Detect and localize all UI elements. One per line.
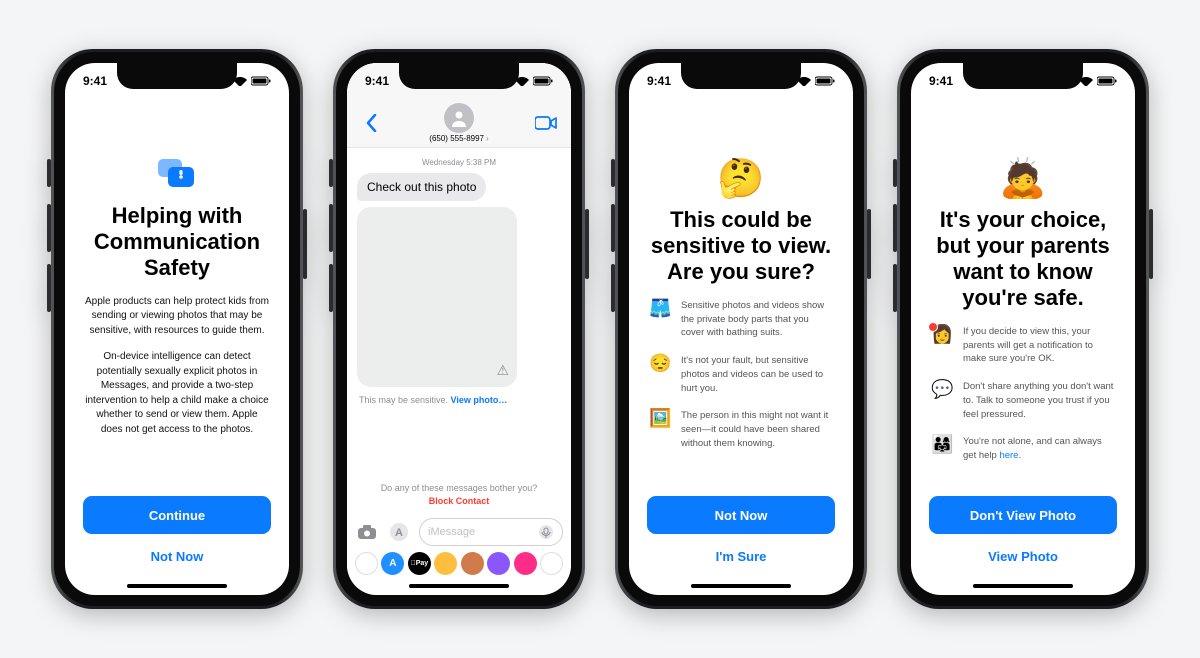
bullet-item: 🖼️ The person in this might not want it s…	[649, 409, 833, 450]
home-indicator[interactable]	[973, 584, 1073, 588]
bullet-item: 🩳 Sensitive photos and videos show the pr…	[649, 299, 833, 340]
incoming-bubble[interactable]: Check out this photo	[357, 173, 486, 201]
appstore-button[interactable]: A	[387, 520, 411, 544]
home-indicator[interactable]	[409, 584, 509, 588]
bullet-text: Sensitive photos and videos show the pri…	[681, 299, 833, 340]
view-photo-button[interactable]: View Photo	[982, 548, 1064, 565]
sheet-title: Helping with Communication Safety	[83, 203, 271, 281]
bullet-emoji-icon: 😔	[649, 354, 669, 395]
facetime-button[interactable]	[533, 116, 559, 130]
message-thread[interactable]: Wednesday 5:38 PM Check out this photo ⚠…	[347, 148, 571, 514]
bullet-link[interactable]: here	[999, 450, 1018, 461]
notch	[399, 63, 519, 89]
bullet-text: The person in this might not want it see…	[681, 409, 833, 450]
status-time: 9:41	[647, 74, 671, 88]
warning-icon: ⚠︎	[496, 362, 509, 379]
bullet-item: 😔 It's not your fault, but sensitive phot…	[649, 354, 833, 395]
status-time: 9:41	[929, 74, 953, 88]
app-tray-item[interactable]: Pay	[408, 552, 431, 575]
phone-1: 9:41	[51, 49, 303, 609]
messages-screen: 9:41	[347, 63, 571, 595]
notch	[681, 63, 801, 89]
bullet-emoji-icon: 💬	[931, 380, 951, 421]
bother-prompt: Do any of these messages bother you?	[357, 483, 561, 493]
bullet-emoji-icon: 👨‍👩‍👧	[931, 435, 951, 463]
message-input[interactable]: iMessage	[419, 518, 563, 546]
app-tray-item[interactable]	[487, 552, 510, 575]
stage: 9:41	[0, 0, 1200, 658]
app-tray-item[interactable]	[461, 552, 484, 575]
app-tray-item[interactable]	[514, 552, 537, 575]
phone-4: 9:41 🙇 It's your choice, but your parent…	[897, 49, 1149, 609]
bullet-item: 💬 Don't share anything you don't want to.…	[931, 380, 1115, 421]
bullet-item: 👩 If you decide to view this, your parent…	[931, 325, 1115, 366]
contact-avatar[interactable]	[444, 103, 474, 133]
contact-name[interactable]: (650) 555-8997›	[429, 134, 488, 143]
status-time: 9:41	[365, 74, 389, 88]
home-indicator[interactable]	[127, 584, 227, 588]
info-sheet-3: 9:41 🤔 This could be sensitive to view. …	[629, 63, 853, 595]
bullet-emoji-icon: 🩳	[649, 299, 669, 340]
continue-button[interactable]: Continue	[83, 496, 271, 534]
bullet-text: It's not your fault, but sensitive photo…	[681, 354, 833, 395]
phone-3: 9:41 🤔 This could be sensitive to view. …	[615, 49, 867, 609]
block-contact-link[interactable]: Block Contact	[357, 496, 561, 506]
bow-emoji-icon: 🙇	[929, 157, 1117, 201]
chat-alert-icon	[83, 157, 271, 197]
app-tray-item[interactable]	[540, 552, 563, 575]
notch	[117, 63, 237, 89]
svg-text:A: A	[395, 527, 403, 539]
timestamp-label: Wednesday 5:38 PM	[357, 158, 561, 167]
voice-memo-icon[interactable]	[538, 524, 554, 540]
camera-button[interactable]	[355, 520, 379, 544]
not-now-button[interactable]: Not Now	[647, 496, 835, 534]
sheet-para-2: On-device intelligence can detect potent…	[85, 350, 269, 437]
notch	[963, 63, 1083, 89]
bullet-text: Don't share anything you don't want to. …	[963, 380, 1115, 421]
blurred-photo-attachment[interactable]: ⚠︎	[357, 207, 517, 387]
info-sheet-1: 9:41	[65, 63, 289, 595]
thinking-emoji-icon: 🤔	[647, 157, 835, 201]
bullet-emoji-icon: 👩	[931, 325, 951, 366]
sheet-title: It's your choice, but your parents want …	[929, 207, 1117, 311]
dont-view-photo-button[interactable]: Don't View Photo	[929, 496, 1117, 534]
bullet-item: 👨‍👩‍👧 You're not alone, and can always ge…	[931, 435, 1115, 463]
back-button[interactable]	[359, 114, 385, 132]
status-time: 9:41	[83, 74, 107, 88]
bullet-emoji-icon: 🖼️	[649, 409, 669, 450]
home-indicator[interactable]	[691, 584, 791, 588]
messages-header: (650) 555-8997›	[347, 99, 571, 148]
im-sure-button[interactable]: I'm Sure	[710, 548, 773, 565]
app-tray[interactable]: APay	[347, 550, 571, 595]
phone-2: 9:41	[333, 49, 585, 609]
app-tray-item[interactable]	[434, 552, 457, 575]
sensitive-caption: This may be sensitive. View photo…	[359, 395, 507, 405]
sheet-title: This could be sensitive to view. Are you…	[647, 207, 835, 285]
app-tray-item[interactable]: A	[381, 552, 404, 575]
bullet-text: If you decide to view this, your parents…	[963, 325, 1115, 366]
bullet-text: You're not alone, and can always get hel…	[963, 435, 1115, 463]
app-tray-item[interactable]	[355, 552, 378, 575]
sheet-para-1: Apple products can help protect kids fro…	[85, 295, 269, 339]
compose-bar: A iMessage	[347, 514, 571, 550]
not-now-button[interactable]: Not Now	[145, 548, 210, 565]
view-photo-link[interactable]: View photo…	[451, 395, 508, 405]
info-sheet-4: 9:41 🙇 It's your choice, but your parent…	[911, 63, 1135, 595]
